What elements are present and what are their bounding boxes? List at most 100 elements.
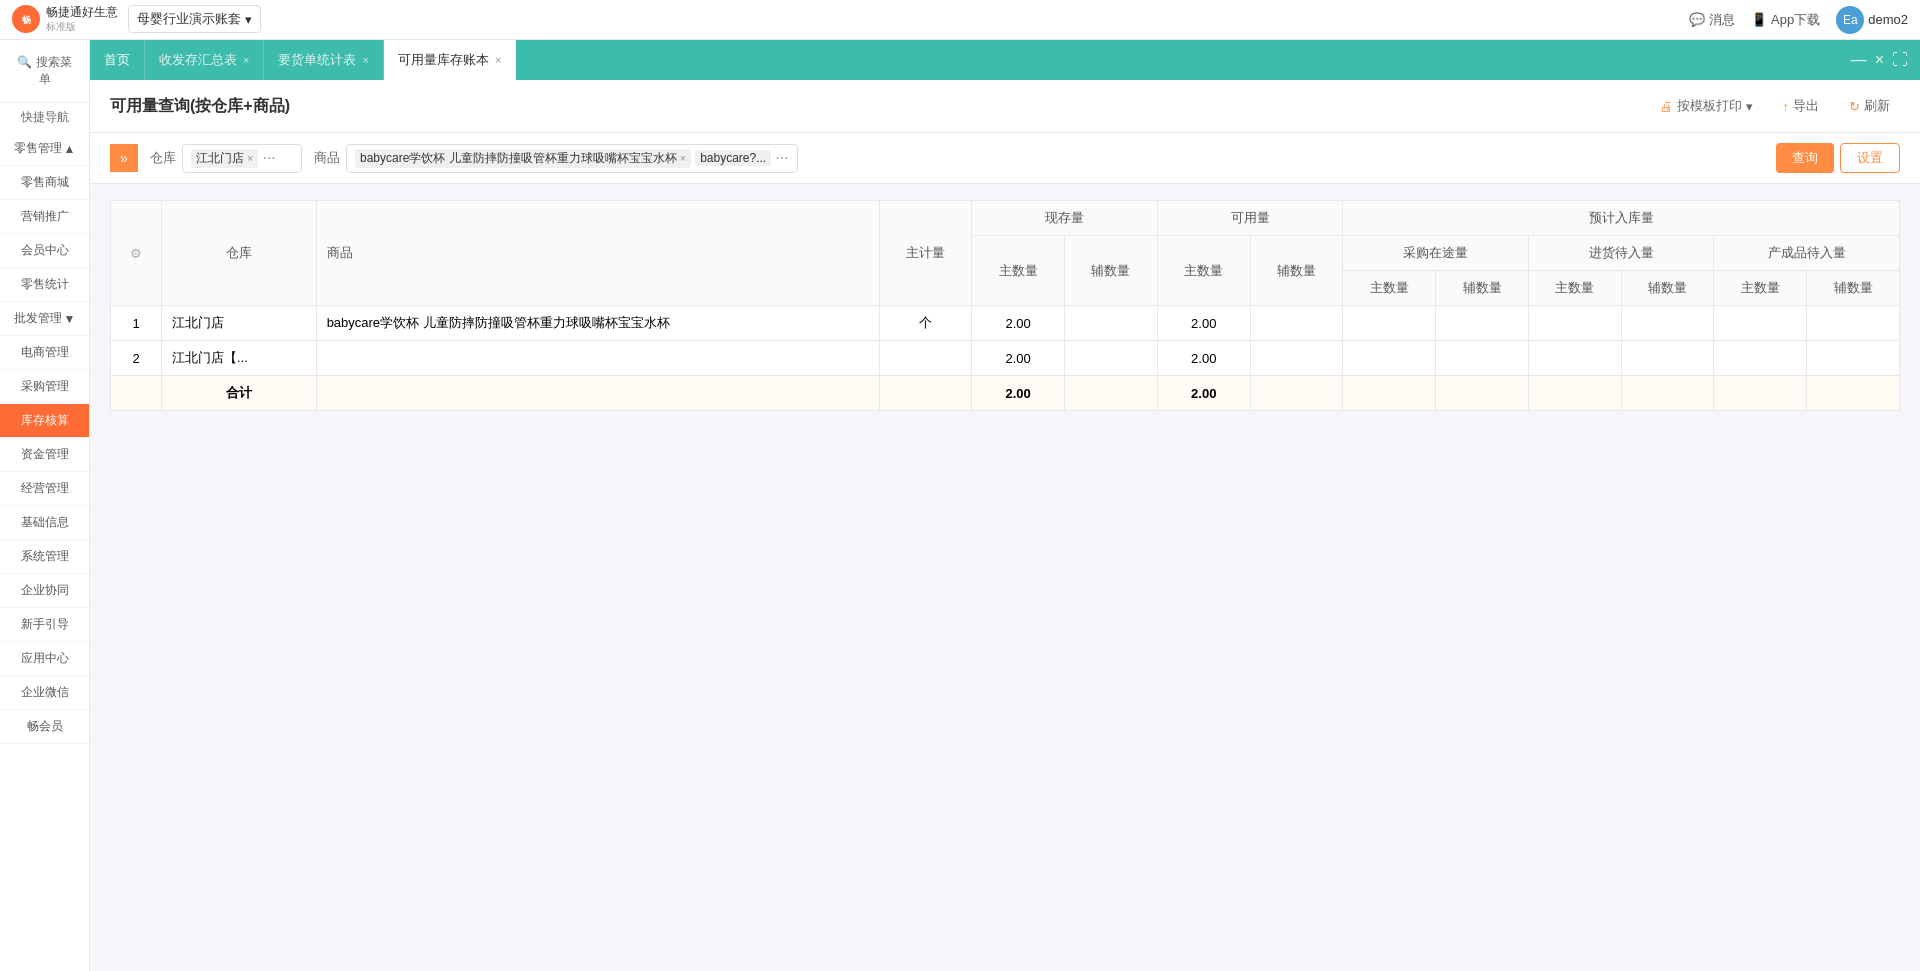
sidebar-item-enterprise[interactable]: 企业协同 xyxy=(0,574,89,608)
cell-incoming-main xyxy=(1528,341,1621,376)
page-header: 可用量查询(按仓库+商品) 🖨 按模板打印 ▾ ↑ 导出 ↻ 刷新 xyxy=(90,80,1920,133)
tab-home[interactable]: 首页 xyxy=(90,40,145,80)
cell-unit: 个 xyxy=(879,306,972,341)
cell-index: 2 xyxy=(111,341,162,376)
cell-production-main xyxy=(1714,341,1807,376)
sidebar-item-new-guide[interactable]: 新手引导 xyxy=(0,608,89,642)
col-forecast-group-header: 预计入库量 xyxy=(1343,201,1900,236)
sidebar-item-label: 零售管理 xyxy=(14,140,62,157)
filter-toggle-button[interactable]: » xyxy=(110,144,138,172)
sidebar-item-purchase[interactable]: 采购管理 xyxy=(0,370,89,404)
table-area: ⚙ 仓库 商品 主计量 现存量 可用量 预计入库量 主数量 辅数量 主数量 xyxy=(90,184,1920,971)
cell-production-aux xyxy=(1807,341,1900,376)
tab-close-icon[interactable]: × xyxy=(495,54,501,66)
download-label: App下载 xyxy=(1771,11,1820,29)
product-tag1: babycare学饮杯 儿童防摔防撞吸管杯重力球吸嘴杯宝宝水杯 × xyxy=(355,149,691,168)
sidebar-item-ecommerce[interactable]: 电商管理 xyxy=(0,336,89,370)
sidebar-item-changyuaun[interactable]: 畅会员 xyxy=(0,710,89,744)
product-more-icon[interactable]: ··· xyxy=(775,149,788,167)
tab-label: 可用量库存账本 xyxy=(398,51,489,69)
tab-label: 要货单统计表 xyxy=(278,51,356,69)
sidebar-item-system[interactable]: 系统管理 xyxy=(0,540,89,574)
sidebar-item-label: 会员中心 xyxy=(21,243,69,257)
toggle-icon: » xyxy=(120,150,128,166)
table-footer-row: 合计 2.00 2.00 xyxy=(111,376,1900,411)
more-icon[interactable]: ··· xyxy=(262,149,275,167)
col-warehouse-header: 仓库 xyxy=(162,201,317,306)
sidebar-item-inventory[interactable]: 库存核算 xyxy=(0,404,89,438)
sidebar-item-retail-mgmt[interactable]: 零售管理 ▲ xyxy=(0,132,89,166)
sidebar-item-retail-stats[interactable]: 零售统计 xyxy=(0,268,89,302)
tab-close-icon[interactable]: × xyxy=(362,54,368,66)
download-nav[interactable]: 📱 App下载 xyxy=(1751,11,1820,29)
col-gear[interactable]: ⚙ xyxy=(111,201,162,306)
col-product-header: 商品 xyxy=(316,201,879,306)
tab-close-icon[interactable]: × xyxy=(243,54,249,66)
message-nav[interactable]: 💬 消息 xyxy=(1689,11,1735,29)
avatar: Ea xyxy=(1836,6,1864,34)
filter-bar: » 仓库 江北门店 × ··· 商品 xyxy=(90,133,1920,184)
sidebar-item-basic-info[interactable]: 基础信息 xyxy=(0,506,89,540)
expand-icon[interactable]: ⛶ xyxy=(1892,51,1908,69)
sidebar-item-label: 基础信息 xyxy=(21,515,69,529)
warehouse-tag-text: 江北门店 xyxy=(196,150,244,167)
sidebar-item-label: 企业微信 xyxy=(21,685,69,699)
cell-incoming-aux xyxy=(1621,341,1714,376)
sidebar-item-retail-mall[interactable]: 零售商城 xyxy=(0,166,89,200)
search-menu-button[interactable]: 🔍 搜索菜单 xyxy=(8,48,81,94)
quick-nav[interactable]: 快捷导航 xyxy=(0,103,89,132)
product-input[interactable]: babycare学饮杯 儿童防摔防撞吸管杯重力球吸嘴杯宝宝水杯 × babyca… xyxy=(346,144,798,173)
logo-text-block: 畅捷通好生意 标准版 xyxy=(46,5,118,33)
cell-available-aux xyxy=(1250,306,1343,341)
sidebar-item-label: 系统管理 xyxy=(21,549,69,563)
col-incoming-aux-header: 辅数量 xyxy=(1621,271,1714,306)
main-layout: 🔍 搜索菜单 快捷导航 零售管理 ▲ 零售商城 营销推广 会员中心 零售统计 批… xyxy=(0,40,1920,971)
query-button[interactable]: 查询 xyxy=(1776,143,1834,173)
tab-receive-summary[interactable]: 收发存汇总表 × xyxy=(145,40,264,80)
page-actions: 🖨 按模板打印 ▾ ↑ 导出 ↻ 刷新 xyxy=(1650,92,1901,120)
tab-available-inventory[interactable]: 可用量库存账本 × xyxy=(384,40,516,80)
tab-order-stats[interactable]: 要货单统计表 × xyxy=(264,40,383,80)
sidebar-item-enterprise-wechat[interactable]: 企业微信 xyxy=(0,676,89,710)
sidebar-item-finance[interactable]: 资金管理 xyxy=(0,438,89,472)
org-selector[interactable]: 母婴行业演示账套 ▾ xyxy=(128,5,261,33)
sidebar-item-operations[interactable]: 经营管理 xyxy=(0,472,89,506)
product-tag2: babycare?... xyxy=(695,150,771,166)
sidebar-item-label: 畅会员 xyxy=(27,719,63,733)
sidebar-item-label: 采购管理 xyxy=(21,379,69,393)
sidebar-item-app-center[interactable]: 应用中心 xyxy=(0,642,89,676)
warehouse-input[interactable]: 江北门店 × ··· xyxy=(182,144,302,173)
close-tab-icon[interactable]: × xyxy=(1875,51,1884,69)
cell-warehouse: 江北门店【... xyxy=(162,341,317,376)
footer-stock-main: 2.00 xyxy=(972,376,1065,411)
product-tag1-close[interactable]: × xyxy=(680,152,686,164)
cell-warehouse: 江北门店 xyxy=(162,306,317,341)
cell-available-aux xyxy=(1250,341,1343,376)
footer-label: 合计 xyxy=(162,376,317,411)
cell-stock-main: 2.00 xyxy=(972,306,1065,341)
warehouse-tag-close[interactable]: × xyxy=(247,152,253,164)
sidebar-item-marketing[interactable]: 营销推广 xyxy=(0,200,89,234)
refresh-button[interactable]: ↻ 刷新 xyxy=(1839,92,1900,120)
product-label: 商品 xyxy=(314,149,340,167)
cell-product xyxy=(316,341,879,376)
sidebar-item-wholesale[interactable]: 批发管理 ▼ xyxy=(0,302,89,336)
warehouse-filter: 仓库 江北门店 × ··· xyxy=(150,144,302,173)
org-name: 母婴行业演示账套 xyxy=(137,10,241,28)
logo-sub: 标准版 xyxy=(46,20,118,34)
header-left: 畅 畅捷通好生意 标准版 母婴行业演示账套 ▾ xyxy=(12,5,261,33)
user-nav[interactable]: Ea demo2 xyxy=(1836,6,1908,34)
cell-purchase-transit-aux xyxy=(1436,341,1529,376)
svg-text:畅: 畅 xyxy=(22,15,31,25)
sidebar-item-member[interactable]: 会员中心 xyxy=(0,234,89,268)
print-button[interactable]: 🖨 按模板打印 ▾ xyxy=(1650,92,1763,120)
gear-icon[interactable]: ⚙ xyxy=(130,246,142,261)
sidebar-item-label: 资金管理 xyxy=(21,447,69,461)
warehouse-label: 仓库 xyxy=(150,149,176,167)
minimize-icon[interactable]: — xyxy=(1851,51,1867,69)
cell-purchase-transit-aux xyxy=(1436,306,1529,341)
export-button[interactable]: ↑ 导出 xyxy=(1773,92,1830,120)
footer-available-main: 2.00 xyxy=(1157,376,1250,411)
setting-button[interactable]: 设置 xyxy=(1840,143,1900,173)
cell-stock-aux xyxy=(1065,306,1158,341)
